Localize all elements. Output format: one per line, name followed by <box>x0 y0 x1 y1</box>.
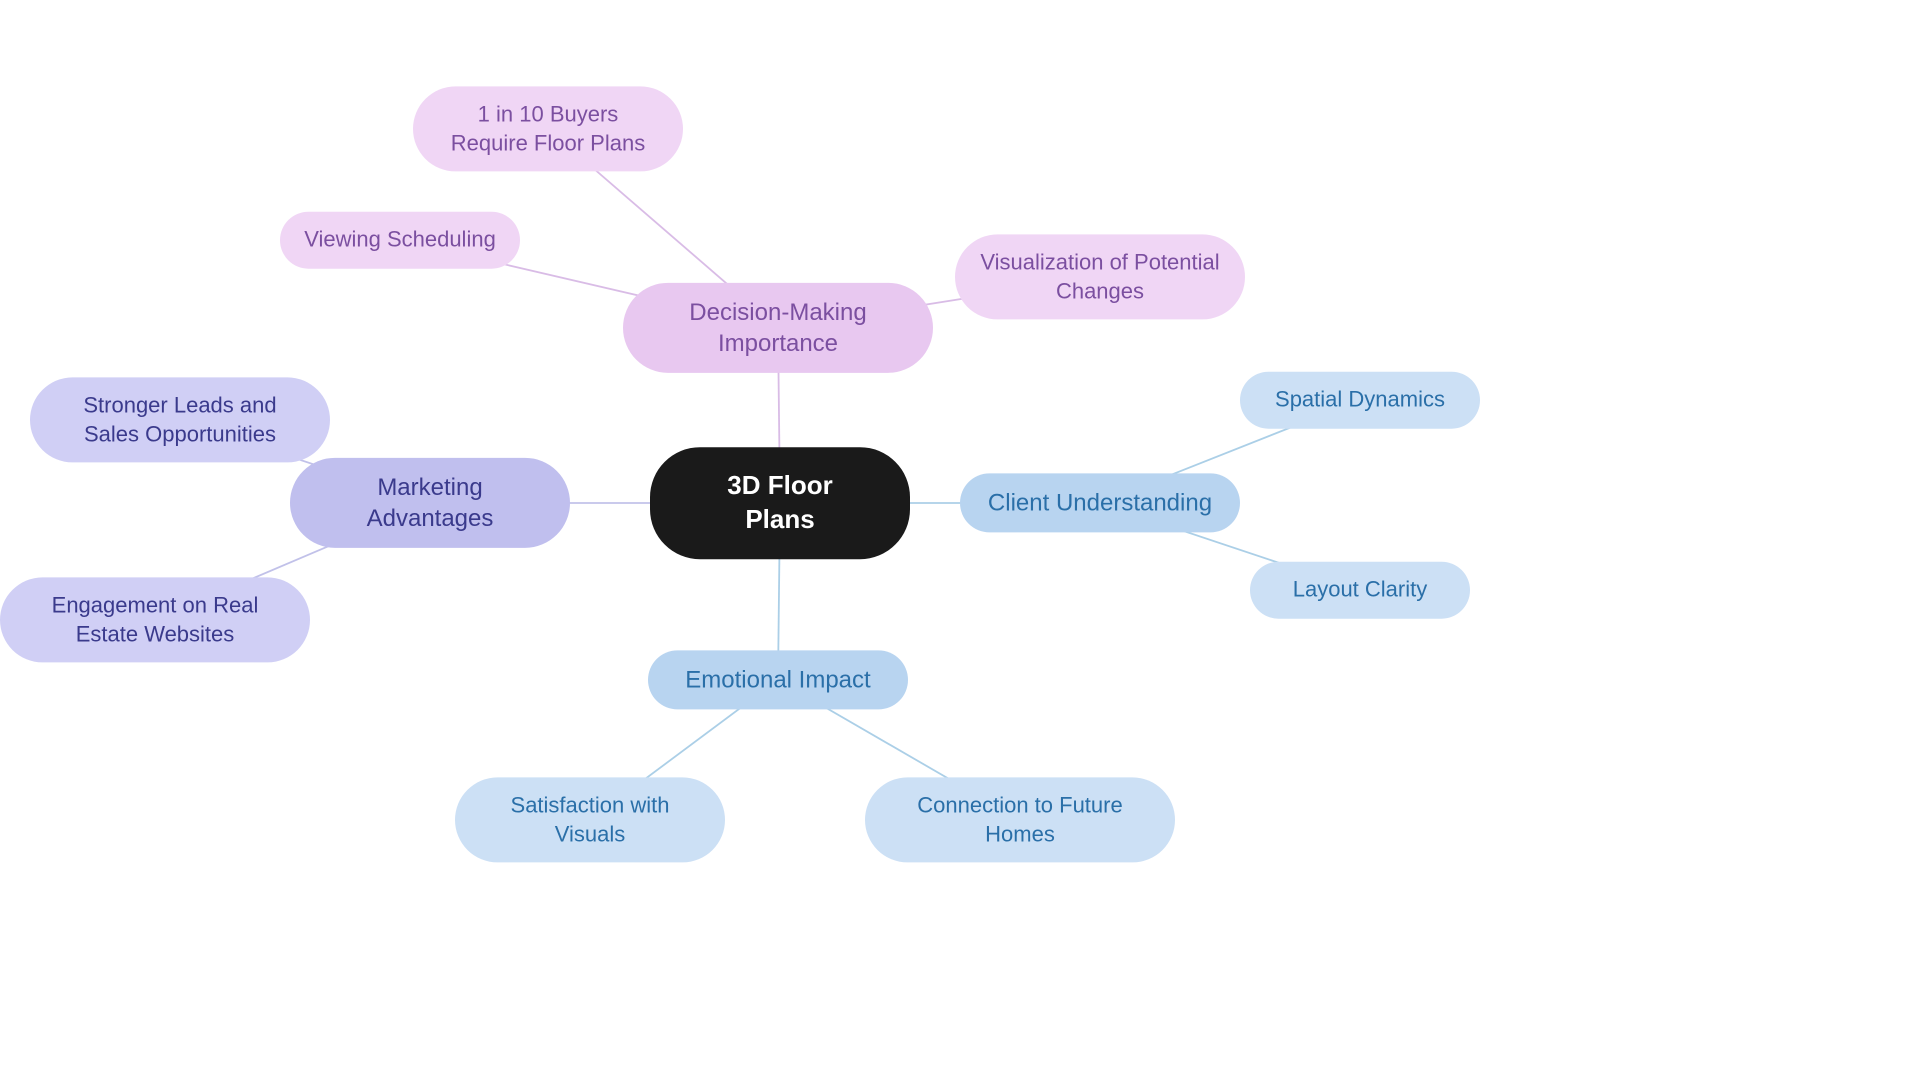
spatial-dynamics-label: Spatial Dynamics <box>1275 386 1445 415</box>
floor-plans-buyers-node: 1 in 10 Buyers Require Floor Plans <box>413 86 683 171</box>
floor-plans-buyers-label: 1 in 10 Buyers Require Floor Plans <box>437 100 659 157</box>
engagement-node: Engagement on Real Estate Websites <box>0 577 310 662</box>
viewing-scheduling-label: Viewing Scheduling <box>304 226 496 255</box>
center-node: 3D Floor Plans <box>650 447 910 559</box>
client-understanding-label: Client Understanding <box>988 487 1212 518</box>
layout-clarity-label: Layout Clarity <box>1293 576 1428 605</box>
viewing-scheduling-node: Viewing Scheduling <box>280 212 520 269</box>
decision-making-node: Decision-Making Importance <box>623 283 933 373</box>
emotional-impact-node: Emotional Impact <box>648 650 908 709</box>
stronger-leads-node: Stronger Leads and Sales Opportunities <box>30 377 330 462</box>
visualization-node: Visualization of Potential Changes <box>955 234 1245 319</box>
marketing-advantages-label: Marketing Advantages <box>314 472 546 534</box>
visualization-label: Visualization of Potential Changes <box>979 248 1221 305</box>
emotional-impact-label: Emotional Impact <box>685 664 870 695</box>
decision-making-label: Decision-Making Importance <box>647 297 909 359</box>
center-label: 3D Floor Plans <box>694 469 866 537</box>
connections-svg <box>0 0 1920 1083</box>
client-understanding-node: Client Understanding <box>960 473 1240 532</box>
connection-future-node: Connection to Future Homes <box>865 777 1175 862</box>
spatial-dynamics-node: Spatial Dynamics <box>1240 372 1480 429</box>
stronger-leads-label: Stronger Leads and Sales Opportunities <box>54 391 306 448</box>
engagement-label: Engagement on Real Estate Websites <box>24 591 286 648</box>
connection-future-label: Connection to Future Homes <box>889 791 1151 848</box>
marketing-advantages-node: Marketing Advantages <box>290 458 570 548</box>
mind-map-container: 3D Floor Plans Decision-Making Importanc… <box>0 0 1920 1083</box>
satisfaction-label: Satisfaction with Visuals <box>479 791 701 848</box>
satisfaction-node: Satisfaction with Visuals <box>455 777 725 862</box>
layout-clarity-node: Layout Clarity <box>1250 562 1470 619</box>
